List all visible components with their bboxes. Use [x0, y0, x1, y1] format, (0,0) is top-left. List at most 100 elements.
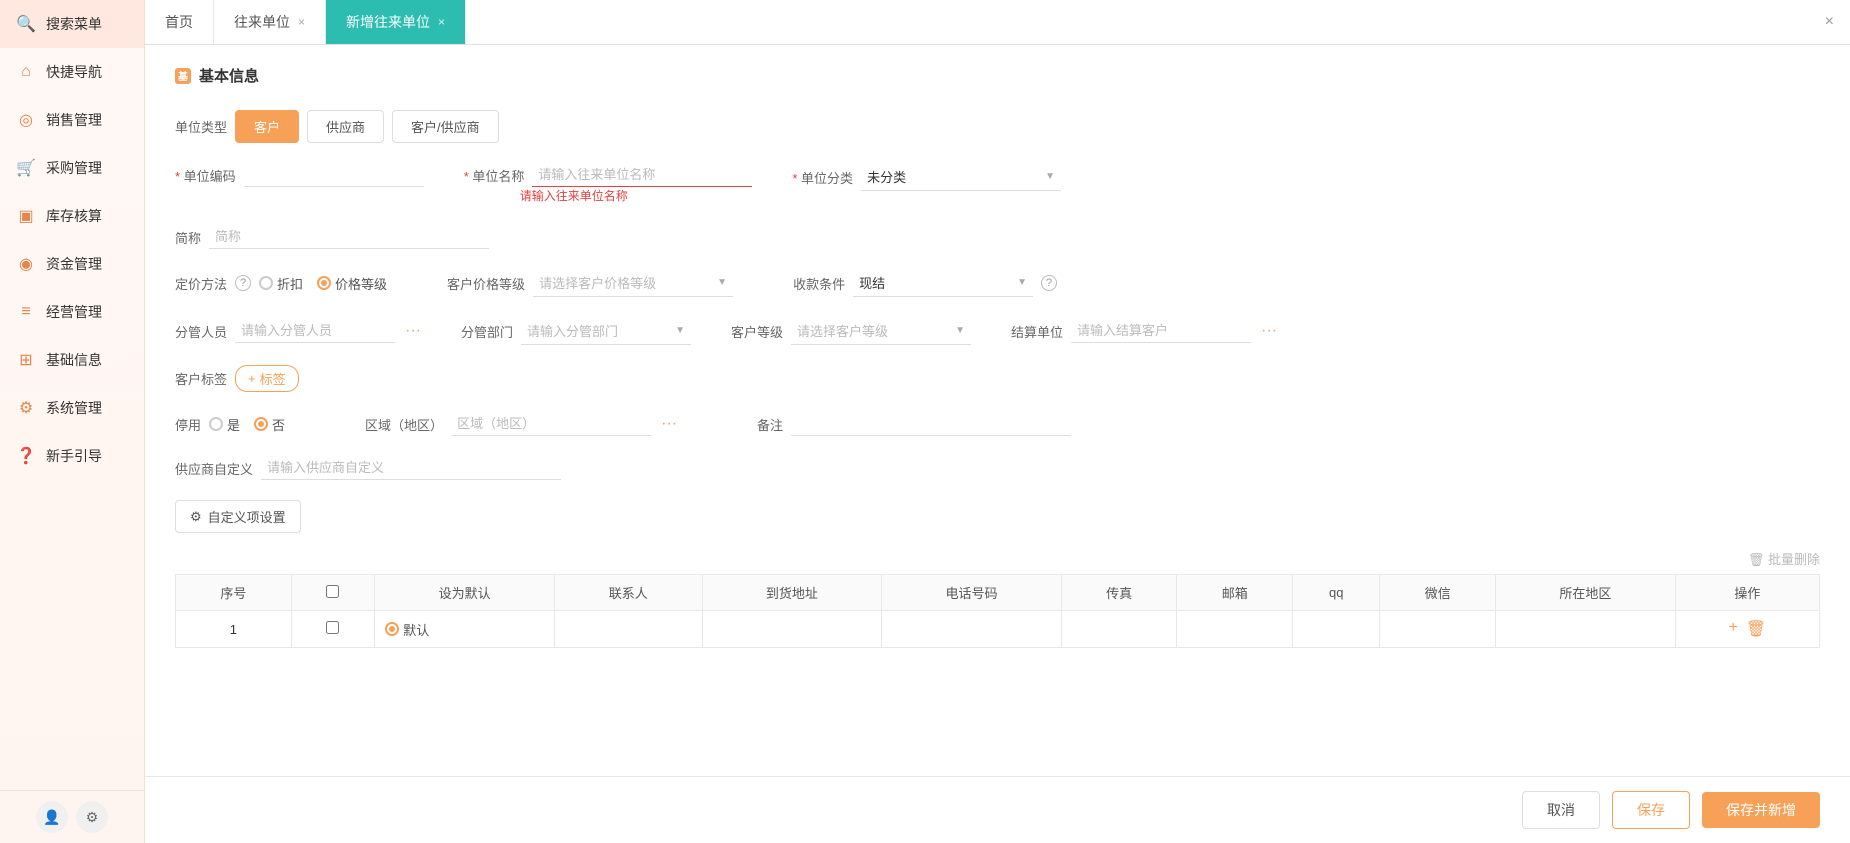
row-checkbox[interactable] — [326, 621, 339, 634]
default-radio-item[interactable]: 默认 — [385, 620, 429, 639]
supplier-custom-label: 供应商自定义 — [175, 459, 253, 478]
sidebar-label-quick-nav: 快捷导航 — [46, 62, 102, 82]
customer-tag-field: 客户标签 + 标签 — [175, 365, 299, 392]
col-email: 邮箱 — [1177, 575, 1293, 611]
customer-level-field: 客户等级 请选择客户等级 ▼ — [731, 317, 971, 345]
radio-price-level-circle — [317, 276, 331, 290]
sidebar-label-sales: 销售管理 — [46, 110, 102, 130]
sidebar-label-operations: 经营管理 — [46, 302, 102, 322]
region-label: 区域（地区） — [365, 415, 443, 434]
customer-tag-label: 客户标签 — [175, 369, 227, 388]
save-new-button[interactable]: 保存并新增 — [1702, 792, 1820, 828]
operations-icon: ≡ — [16, 302, 36, 322]
manager-row: 分管人员 ··· 分管部门 请输入分管部门 ▼ 客户等级 请选择客户等级 ▼ — [175, 317, 1820, 345]
global-close-icon[interactable]: × — [1825, 13, 1834, 31]
tab-add-partner[interactable]: 新增往来单位 × — [326, 0, 466, 44]
batch-delete-area: 🗑 批量删除 — [175, 549, 1820, 568]
sidebar-search[interactable]: 🔍 搜索菜单 — [0, 0, 144, 48]
radio-yes-label: 是 — [227, 415, 240, 434]
cancel-button[interactable]: 取消 — [1522, 791, 1600, 829]
col-wechat: 微信 — [1380, 575, 1496, 611]
unit-code-input[interactable]: 000009 — [244, 163, 424, 187]
col-seq: 序号 — [176, 575, 292, 611]
col-action: 操作 — [1675, 575, 1819, 611]
cell-email — [1177, 611, 1293, 648]
disabled-label: 停用 — [175, 415, 201, 434]
radio-price-level-label: 价格等级 — [335, 274, 387, 293]
payment-help-icon[interactable]: ? — [1041, 275, 1057, 291]
unit-category-field: 单位分类 未分类 ▼ — [792, 163, 1061, 191]
radio-no[interactable]: 否 — [254, 415, 285, 434]
unit-name-input[interactable] — [532, 163, 752, 187]
tab-home[interactable]: 首页 — [145, 0, 214, 44]
sidebar-item-finance[interactable]: ◉ 资金管理 — [0, 240, 144, 288]
btn-customer[interactable]: 客户 — [235, 110, 299, 143]
col-contact: 联系人 — [554, 575, 702, 611]
payment-terms-value: 现结 — [859, 273, 885, 292]
radio-yes[interactable]: 是 — [209, 415, 240, 434]
main-area: 首页 往来单位 × 新增往来单位 × × 基 基本信息 单位类型 客户 供应商 … — [145, 0, 1850, 843]
delete-row-icon[interactable]: 🗑 — [1746, 619, 1766, 639]
btn-both[interactable]: 客户/供应商 — [392, 110, 499, 143]
unit-code-field: 单位编码 000009 — [175, 163, 424, 187]
remark-input[interactable] — [791, 412, 1071, 436]
radio-price-level[interactable]: 价格等级 — [317, 274, 387, 293]
tab-partner-close[interactable]: × — [298, 16, 305, 28]
sidebar-label-finance: 资金管理 — [46, 254, 102, 274]
cell-fax — [1061, 611, 1177, 648]
short-name-input[interactable] — [209, 225, 489, 249]
sidebar-item-purchase[interactable]: 🛒 采购管理 — [0, 144, 144, 192]
tab-home-label: 首页 — [165, 12, 193, 32]
short-name-field: 简称 — [175, 225, 489, 249]
sidebar-settings-icon[interactable]: ⚙ — [76, 801, 108, 833]
settlement-more-icon[interactable]: ··· — [1261, 322, 1277, 340]
customer-level-placeholder: 请选择客户等级 — [797, 321, 888, 340]
unit-category-select[interactable]: 未分类 ▼ — [861, 163, 1061, 191]
customer-level-select[interactable]: 请选择客户等级 ▼ — [791, 317, 971, 345]
chevron-price-icon: ▼ — [717, 277, 727, 288]
pricing-help-icon[interactable]: ? — [235, 275, 251, 291]
unit-type-field: 单位类型 客户 供应商 客户/供应商 — [175, 110, 499, 143]
add-row-icon[interactable]: + — [1729, 619, 1738, 639]
tag-add-label: 标签 — [260, 369, 286, 388]
col-default: 设为默认 — [375, 575, 555, 611]
tab-partner-label: 往来单位 — [234, 12, 290, 32]
sidebar-item-operations[interactable]: ≡ 经营管理 — [0, 288, 144, 336]
radio-discount[interactable]: 折扣 — [259, 274, 303, 293]
select-all-checkbox[interactable] — [326, 585, 339, 598]
tab-add-partner-close[interactable]: × — [438, 16, 445, 28]
region-more-icon[interactable]: ··· — [661, 415, 677, 433]
btn-supplier[interactable]: 供应商 — [307, 110, 384, 143]
cell-contact — [554, 611, 702, 648]
batch-delete-label[interactable]: 批量删除 — [1768, 552, 1820, 567]
row-default-radio: 默认 — [385, 620, 544, 639]
manager-more-icon[interactable]: ··· — [405, 322, 421, 340]
sidebar-item-system[interactable]: ⚙ 系统管理 — [0, 384, 144, 432]
dept-field: 分管部门 请输入分管部门 ▼ — [461, 317, 691, 345]
tab-partner[interactable]: 往来单位 × — [214, 0, 326, 44]
sidebar-item-sales[interactable]: ◎ 销售管理 — [0, 96, 144, 144]
sidebar-item-quick-nav[interactable]: ⌂ 快捷导航 — [0, 48, 144, 96]
sidebar-label-newbie: 新手引导 — [46, 446, 102, 466]
payment-terms-select[interactable]: 现结 ▼ — [853, 269, 1033, 297]
search-icon: 🔍 — [16, 14, 36, 34]
manager-input[interactable] — [235, 319, 395, 343]
unit-name-label: 单位名称 — [464, 166, 525, 185]
chevron-down-icon: ▼ — [1045, 171, 1055, 182]
supplier-custom-input[interactable] — [261, 456, 561, 480]
tag-add-button[interactable]: + 标签 — [235, 365, 299, 392]
col-address: 到货地址 — [702, 575, 882, 611]
sidebar-item-inventory[interactable]: ▣ 库存核算 — [0, 192, 144, 240]
sidebar-item-newbie[interactable]: ❓ 新手引导 — [0, 432, 144, 480]
system-icon: ⚙ — [16, 398, 36, 418]
sidebar-item-basic[interactable]: ⊞ 基础信息 — [0, 336, 144, 384]
default-radio-label: 默认 — [403, 620, 429, 639]
settlement-label: 结算单位 — [1011, 322, 1063, 341]
dept-select[interactable]: 请输入分管部门 ▼ — [521, 317, 691, 345]
customer-price-level-select[interactable]: 请选择客户价格等级 ▼ — [533, 269, 733, 297]
region-input[interactable] — [451, 412, 651, 436]
custom-settings-button[interactable]: ⚙ 自定义项设置 — [175, 500, 301, 533]
save-button[interactable]: 保存 — [1612, 791, 1690, 829]
sidebar-user-icon[interactable]: 👤 — [36, 801, 68, 833]
settlement-input[interactable] — [1071, 319, 1251, 343]
